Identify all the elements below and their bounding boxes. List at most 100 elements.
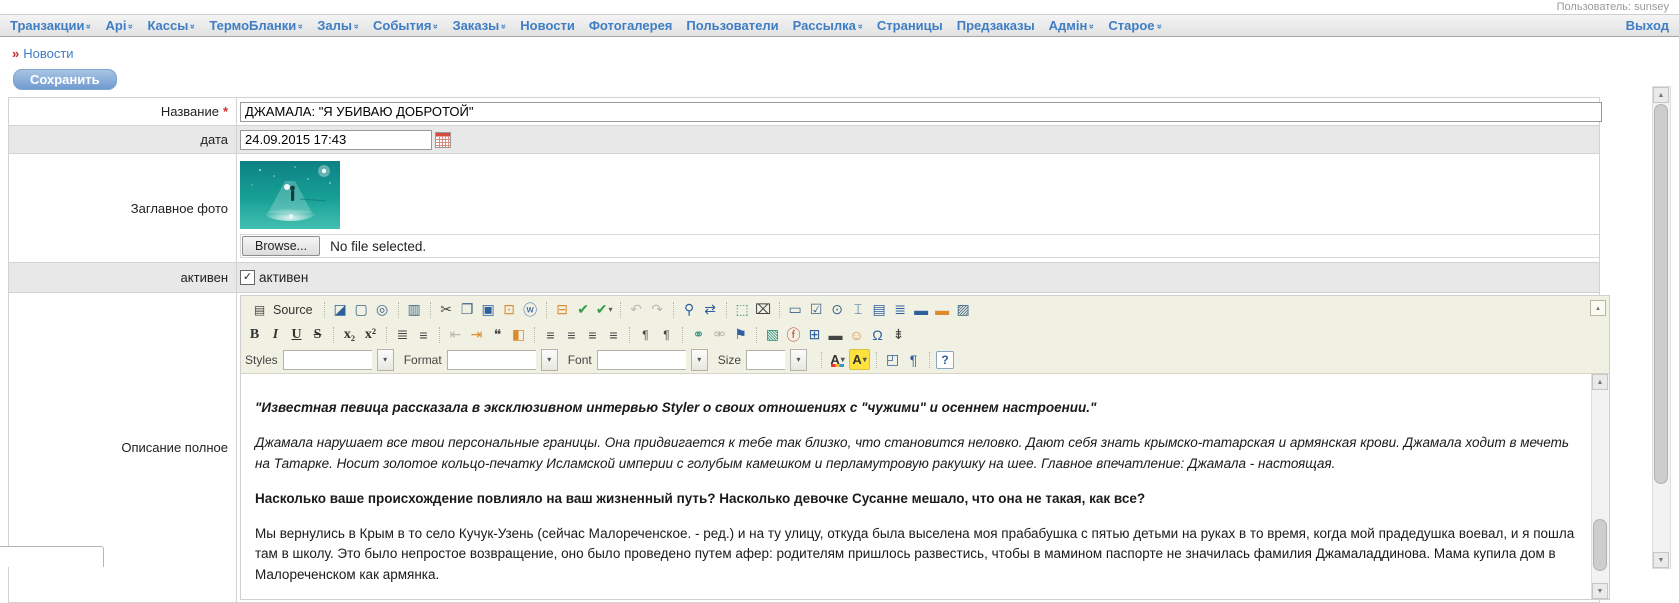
smiley-icon[interactable]: ☺ (847, 325, 866, 344)
superscript-icon[interactable]: x² (361, 325, 380, 344)
nav-item-sobytiya[interactable]: События» (373, 18, 441, 33)
font-dropdown-value[interactable] (596, 349, 686, 370)
align-center-icon[interactable]: ≡ (562, 325, 581, 344)
preview-icon[interactable]: ◎ (373, 300, 392, 319)
editor-content-area[interactable]: "Известная певица рассказала в эксклюзив… (241, 374, 1609, 599)
maximize-icon[interactable]: ◰ (883, 350, 902, 369)
page-break-icon[interactable]: ⇟ (889, 325, 908, 344)
bidi-ltr-icon[interactable]: ¶ (636, 325, 655, 344)
spellcheck-dropdown-icon[interactable]: ✔ ▾ (595, 300, 614, 319)
scroll-up-icon[interactable]: ▲ (1653, 87, 1669, 103)
italic-icon[interactable]: I (266, 325, 285, 344)
hidden-field-icon[interactable]: ▨ (954, 300, 973, 319)
date-input[interactable] (240, 129, 432, 150)
chevron-down-icon[interactable]: ▾ (790, 348, 808, 371)
about-icon[interactable]: ? (936, 350, 955, 369)
nav-item-zakazy[interactable]: Заказы» (452, 18, 509, 33)
align-justify-icon[interactable]: ≡ (604, 325, 623, 344)
anchor-icon[interactable]: ⚑ (731, 325, 750, 344)
find-icon[interactable]: ⚲ (680, 300, 699, 319)
remove-format-icon[interactable]: ⌧ (754, 300, 773, 319)
form-icon[interactable]: ▭ (786, 300, 805, 319)
textarea-field-icon[interactable]: ▤ (870, 300, 889, 319)
bulleted-list-icon[interactable]: ≡ (414, 325, 433, 344)
special-char-icon[interactable]: Ω (868, 325, 887, 344)
templates-icon[interactable]: ▥ (405, 300, 424, 319)
underline-icon[interactable]: U (287, 325, 306, 344)
div-container-icon[interactable]: ◧ (509, 325, 528, 344)
size-dropdown-value[interactable] (746, 349, 786, 370)
chevron-down-icon[interactable]: ▾ (376, 348, 394, 371)
text-field-icon[interactable]: ⌶ (849, 300, 868, 319)
source-button[interactable]: ▤ Source (245, 299, 318, 320)
outdent-icon[interactable]: ⇤ (446, 325, 465, 344)
replace-icon[interactable]: ⇄ (701, 300, 720, 319)
indent-icon[interactable]: ⇥ (467, 325, 486, 344)
select-all-icon[interactable]: ⬚ (733, 300, 752, 319)
save-icon[interactable]: ◪ (331, 300, 350, 319)
scroll-down-icon[interactable]: ▼ (1592, 583, 1608, 599)
bidi-rtl-icon[interactable]: ¶ (657, 325, 676, 344)
editor-scrollbar-thumb[interactable] (1593, 519, 1607, 571)
new-page-icon[interactable]: ▢ (352, 300, 371, 319)
unlink-icon[interactable]: ⚮ (710, 325, 729, 344)
nav-item-zaly[interactable]: Залы» (317, 18, 362, 33)
nav-item-polzovateli[interactable]: Пользователи (686, 18, 778, 33)
nav-item-termoblanki[interactable]: ТермоБланки» (209, 18, 306, 33)
size-dropdown[interactable]: Size ▾ (718, 348, 808, 371)
styles-dropdown[interactable]: Styles ▾ (245, 348, 394, 371)
cut-icon[interactable]: ✂ (437, 300, 456, 319)
save-button[interactable]: Сохранить (13, 69, 117, 90)
image-button-icon[interactable]: ▬ (933, 300, 952, 319)
title-input[interactable] (240, 101, 1602, 122)
page-scrollbar-thumb[interactable] (1654, 104, 1668, 484)
select-field-icon[interactable]: ≣ (891, 300, 910, 319)
font-dropdown[interactable]: Font ▾ (568, 348, 708, 371)
spellcheck-icon[interactable]: ✔ (574, 300, 593, 319)
styles-dropdown-value[interactable] (282, 349, 372, 370)
redo-icon[interactable]: ↷ (648, 300, 667, 319)
paste-icon[interactable]: ▣ (479, 300, 498, 319)
link-icon[interactable]: ⚭ (689, 325, 708, 344)
nav-item-staroe[interactable]: Старое» (1108, 18, 1164, 33)
chevron-down-icon[interactable]: ▾ (690, 348, 708, 371)
print-icon[interactable]: ⊟ (553, 300, 572, 319)
calendar-icon[interactable] (435, 131, 451, 148)
copy-icon[interactable]: ❐ (458, 300, 477, 319)
numbered-list-icon[interactable]: ≣ (393, 325, 412, 344)
scroll-up-icon[interactable]: ▲ (1592, 374, 1608, 390)
nav-item-rassylka[interactable]: Рассылка» (793, 18, 866, 33)
logout-link[interactable]: Выход (1626, 18, 1669, 33)
editor-scrollbar[interactable]: ▲ ▼ (1591, 374, 1609, 599)
horizontal-rule-icon[interactable]: ▬ (826, 325, 845, 344)
active-checkbox[interactable]: ✓ (240, 270, 255, 285)
nav-item-stranitsy[interactable]: Страницы (877, 18, 943, 33)
image-icon[interactable]: ▧ (763, 325, 782, 344)
page-scrollbar[interactable]: ▲ ▼ (1652, 86, 1671, 569)
align-left-icon[interactable]: ≡ (541, 325, 560, 344)
show-blocks-icon[interactable]: ¶ (904, 350, 923, 369)
blockquote-icon[interactable]: ❝ (488, 325, 507, 344)
checkbox-field-icon[interactable]: ☑ (807, 300, 826, 319)
text-color-icon[interactable]: A ▾ (828, 350, 847, 369)
undo-icon[interactable]: ↶ (627, 300, 646, 319)
format-dropdown-value[interactable] (446, 349, 536, 370)
align-right-icon[interactable]: ≡ (583, 325, 602, 344)
browse-button[interactable]: Browse... (242, 236, 321, 256)
paste-text-icon[interactable]: ⊡ (500, 300, 519, 319)
flash-icon[interactable]: ⓕ (784, 325, 803, 344)
nav-item-kassy[interactable]: Кассы» (147, 18, 198, 33)
scroll-down-icon[interactable]: ▼ (1653, 552, 1669, 568)
chevron-down-icon[interactable]: ▾ (540, 348, 558, 371)
nav-item-transactions[interactable]: Транзакции» (10, 18, 94, 33)
editor-document[interactable]: "Известная певица рассказала в эксклюзив… (241, 374, 1609, 599)
bold-icon[interactable]: B (245, 325, 264, 344)
breadcrumb-link-novosti[interactable]: Новости (23, 46, 73, 61)
nav-item-novosti[interactable]: Новости (520, 18, 575, 33)
nav-item-fotogalereya[interactable]: Фотогалерея (589, 18, 673, 33)
strikethrough-icon[interactable]: S (308, 325, 327, 344)
button-field-icon[interactable]: ▬ (912, 300, 931, 319)
nav-item-predzakazy[interactable]: Предзаказы (957, 18, 1035, 33)
toolbar-collapse-button[interactable]: ▴ (1590, 300, 1606, 316)
radio-field-icon[interactable]: ⊙ (828, 300, 847, 319)
